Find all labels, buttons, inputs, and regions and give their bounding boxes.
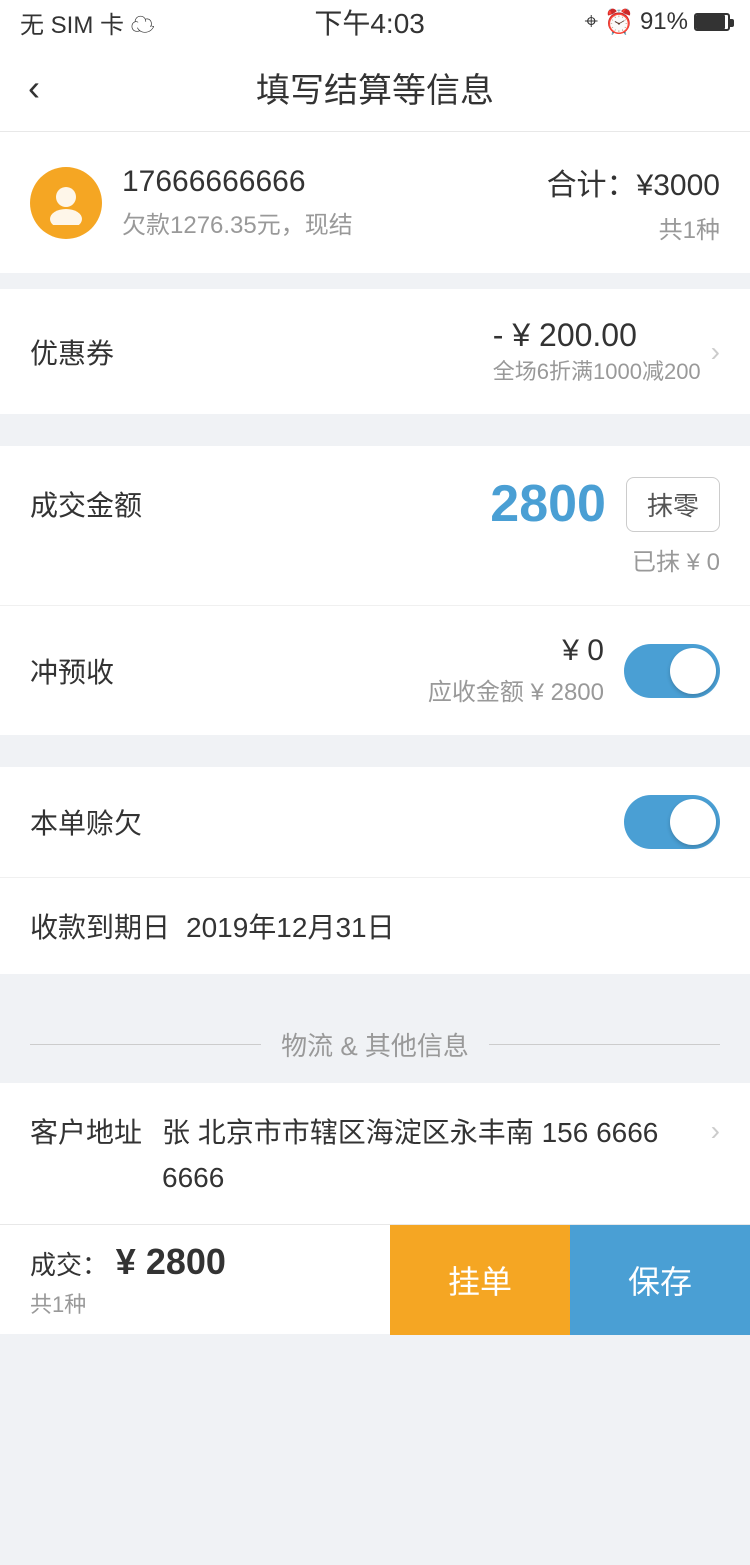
battery-icon — [694, 13, 730, 31]
address-chevron-icon: › — [711, 1115, 720, 1147]
status-time: 下午4:03 — [314, 2, 425, 42]
back-button[interactable]: ‹ — [28, 67, 40, 109]
total-amount: 合计：¥3000 — [547, 160, 720, 204]
logistics-header: 物流 & 其他信息 — [0, 1006, 750, 1083]
prereceive-section: 冲预收 ¥ 0 应收金额 ¥ 2800 — [0, 605, 750, 735]
debt-toggle[interactable] — [624, 795, 720, 849]
user-debt: 欠款1276.35元，现结 — [122, 205, 547, 240]
prereceive-row: 冲预收 ¥ 0 应收金额 ¥ 2800 — [30, 634, 720, 707]
alarm-icon: ⏰ — [604, 8, 634, 37]
amount-section: 成交金额 2800 抹零 已抹 ¥ 0 — [0, 446, 750, 605]
debt-row: 本单赊欠 — [30, 795, 720, 849]
logistics-line-right — [489, 1044, 720, 1045]
coupon-chevron-icon: › — [711, 336, 720, 368]
bottom-summary-line1: 成交： ¥ 2800 — [30, 1241, 360, 1283]
avatar — [30, 167, 102, 239]
divider-3 — [0, 990, 750, 1006]
amount-sub: 已抹 ¥ 0 — [30, 542, 720, 577]
logistics-text: 物流 & 其他信息 — [281, 1026, 469, 1063]
address-row: 客户地址 张 北京市市辖区海淀区永丰南 156 6666 6666 › — [30, 1111, 720, 1201]
user-phone: 17666666666 — [122, 165, 547, 199]
content-area: 17666666666 欠款1276.35元，现结 合计：¥3000 共1种 优… — [0, 132, 750, 1565]
bottom-summary-count: 共1种 — [30, 1287, 360, 1319]
coupon-row[interactable]: 优惠券 - ¥ 200.00 全场6折满1000减200 › — [0, 289, 750, 414]
divider-2 — [0, 751, 750, 767]
prereceive-desc: 应收金额 ¥ 2800 — [428, 672, 604, 707]
user-total: 合计：¥3000 共1种 — [547, 160, 720, 245]
bottom-summary-price: ¥ 2800 — [116, 1241, 226, 1282]
status-bar: 无 SIM 卡 ☁ 下午4:03 ⌖ ⏰ 91% — [0, 0, 750, 44]
amount-label: 成交金额 — [30, 484, 142, 524]
round-button[interactable]: 抹零 — [626, 477, 720, 532]
nav-bar: ‹ 填写结算等信息 — [0, 44, 750, 132]
address-content: 张 北京市市辖区海淀区永丰南 156 6666 6666 — [162, 1111, 711, 1201]
duedate-section: 收款到期日 2019年12月31日 — [0, 877, 750, 974]
user-details: 17666666666 欠款1276.35元，现结 — [122, 165, 547, 240]
prereceive-value: ¥ 0 — [428, 634, 604, 668]
prereceive-amount: ¥ 0 应收金额 ¥ 2800 — [428, 634, 604, 707]
suspend-button[interactable]: 挂单 — [390, 1225, 570, 1335]
divider-1 — [0, 430, 750, 446]
coupon-discount: - ¥ 200.00 — [493, 317, 701, 354]
duedate-row: 收款到期日 2019年12月31日 — [30, 906, 720, 946]
amount-right: 2800 抹零 — [490, 474, 720, 534]
save-button[interactable]: 保存 — [570, 1225, 750, 1335]
page-title: 填写结算等信息 — [256, 63, 494, 112]
prereceive-label: 冲预收 — [30, 651, 114, 691]
status-right: ⌖ ⏰ 91% — [585, 8, 730, 37]
bottom-summary-label: 成交： — [30, 1250, 108, 1280]
address-label: 客户地址 — [30, 1111, 142, 1151]
coupon-label: 优惠券 — [30, 332, 114, 372]
prereceive-right: ¥ 0 应收金额 ¥ 2800 — [428, 634, 720, 707]
user-info-row: 17666666666 欠款1276.35元，现结 合计：¥3000 共1种 — [0, 132, 750, 273]
duedate-label: 收款到期日 — [30, 906, 170, 946]
amount-value: 2800 — [490, 474, 606, 534]
debt-section: 本单赊欠 — [0, 767, 750, 877]
bottom-bar: 成交： ¥ 2800 共1种 挂单 保存 — [0, 1224, 750, 1334]
address-section[interactable]: 客户地址 张 北京市市辖区海淀区永丰南 156 6666 6666 › — [0, 1083, 750, 1229]
debt-label: 本单赊欠 — [30, 802, 142, 842]
coupon-right: - ¥ 200.00 全场6折满1000减200 › — [493, 317, 720, 386]
bottom-summary: 成交： ¥ 2800 共1种 — [0, 1241, 390, 1319]
location-icon: ⌖ — [585, 8, 599, 36]
logistics-line-left — [30, 1044, 261, 1045]
status-left: 无 SIM 卡 ☁ — [20, 5, 155, 40]
battery-text: 91% — [640, 8, 688, 36]
coupon-desc: 全场6折满1000减200 — [493, 354, 701, 386]
sim-text: 无 SIM 卡 ☁ — [20, 5, 155, 40]
amount-row: 成交金额 2800 抹零 — [30, 474, 720, 534]
duedate-value: 2019年12月31日 — [186, 906, 395, 946]
prereceive-toggle[interactable] — [624, 644, 720, 698]
total-count: 共1种 — [547, 210, 720, 245]
